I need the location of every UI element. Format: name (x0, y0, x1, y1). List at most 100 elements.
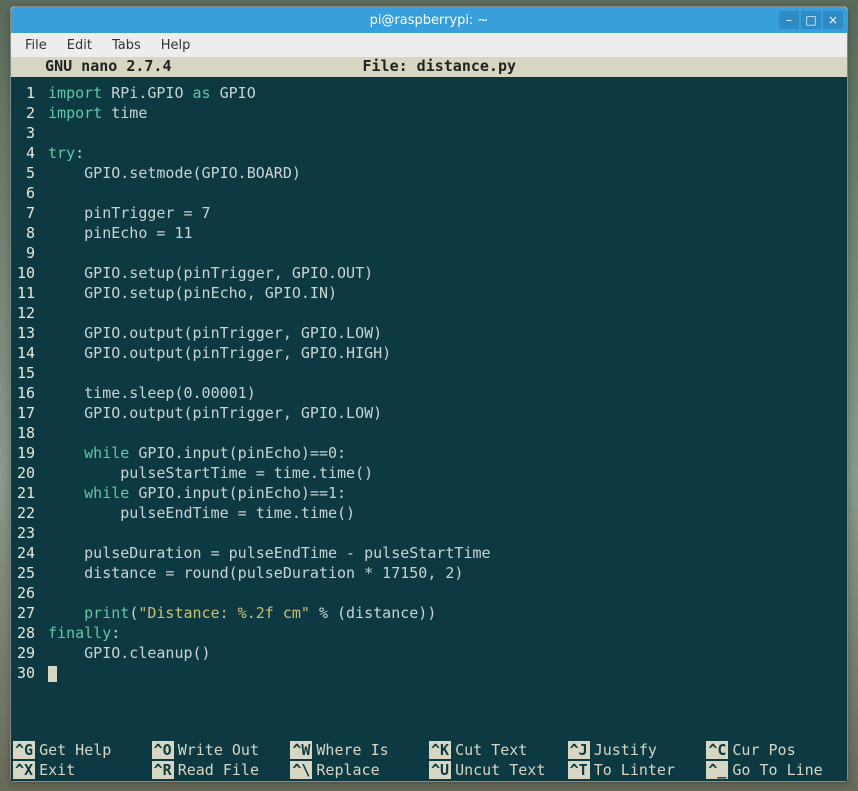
cursor (48, 666, 57, 682)
line-number: 19 (11, 443, 39, 463)
code-line[interactable]: 15 (11, 363, 847, 383)
code-content: GPIO.output(pinTrigger, GPIO.HIGH) (39, 343, 391, 363)
shortcut-item[interactable]: ^\Replace (290, 761, 429, 779)
code-content: while GPIO.input(pinEcho)==1: (39, 483, 346, 503)
shortcut-item[interactable]: ^KCut Text (429, 741, 568, 759)
shortcut-item[interactable]: ^WWhere Is (290, 741, 429, 759)
code-line[interactable]: 11 GPIO.setup(pinEcho, GPIO.IN) (11, 283, 847, 303)
code-line[interactable]: 12 (11, 303, 847, 323)
menu-file[interactable]: File (17, 36, 55, 55)
maximize-button[interactable]: □ (801, 11, 821, 29)
line-number: 14 (11, 343, 39, 363)
code-content: GPIO.setup(pinTrigger, GPIO.OUT) (39, 263, 373, 283)
titlebar[interactable]: pi@raspberrypi: ~ – □ × (11, 7, 847, 33)
line-number: 1 (11, 83, 39, 103)
code-line[interactable]: 18 (11, 423, 847, 443)
code-line[interactable]: 9 (11, 243, 847, 263)
nano-header: GNU nano 2.7.4 File: distance.py (11, 57, 847, 77)
line-number: 18 (11, 423, 39, 443)
shortcut-item[interactable]: ^RRead File (152, 761, 291, 779)
line-number: 21 (11, 483, 39, 503)
shortcut-key: ^U (429, 761, 451, 779)
line-number: 12 (11, 303, 39, 323)
code-line[interactable]: 22 pulseEndTime = time.time() (11, 503, 847, 523)
shortcut-key: ^T (568, 761, 590, 779)
window-controls: – □ × (779, 7, 843, 33)
code-line[interactable]: 5 GPIO.setmode(GPIO.BOARD) (11, 163, 847, 183)
shortcut-item[interactable]: ^TTo Linter (568, 761, 707, 779)
code-content: try: (39, 143, 84, 163)
close-button[interactable]: × (823, 11, 843, 29)
shortcut-key: ^K (429, 741, 451, 759)
code-line[interactable]: 29 GPIO.cleanup() (11, 643, 847, 663)
code-line[interactable]: 21 while GPIO.input(pinEcho)==1: (11, 483, 847, 503)
shortcut-item[interactable]: ^_Go To Line (706, 761, 845, 779)
code-line[interactable]: 20 pulseStartTime = time.time() (11, 463, 847, 483)
shortcut-label: To Linter (590, 761, 675, 779)
code-content (39, 663, 57, 683)
shortcut-item[interactable]: ^UUncut Text (429, 761, 568, 779)
code-content: pinTrigger = 7 (39, 203, 211, 223)
line-number: 5 (11, 163, 39, 183)
code-content (39, 123, 48, 143)
minimize-button[interactable]: – (779, 11, 799, 29)
line-number: 9 (11, 243, 39, 263)
code-line[interactable]: 26 (11, 583, 847, 603)
code-line[interactable]: 4 try: (11, 143, 847, 163)
shortcut-item[interactable]: ^XExit (13, 761, 152, 779)
code-content: GPIO.output(pinTrigger, GPIO.LOW) (39, 323, 382, 343)
code-content: print("Distance: %.2f cm" % (distance)) (39, 603, 436, 623)
code-line[interactable]: 14 GPIO.output(pinTrigger, GPIO.HIGH) (11, 343, 847, 363)
shortcut-label: Get Help (35, 741, 111, 759)
code-content (39, 363, 48, 383)
code-line[interactable]: 17 GPIO.output(pinTrigger, GPIO.LOW) (11, 403, 847, 423)
line-number: 16 (11, 383, 39, 403)
shortcut-label: Cut Text (451, 741, 527, 759)
code-content: time.sleep(0.00001) (39, 383, 256, 403)
code-line[interactable]: 27 print("Distance: %.2f cm" % (distance… (11, 603, 847, 623)
shortcut-bar-row1: ^GGet Help^OWrite Out^WWhere Is^KCut Tex… (11, 741, 847, 761)
shortcut-item[interactable]: ^JJustify (568, 741, 707, 759)
code-content: import time (39, 103, 147, 123)
terminal-area[interactable]: GNU nano 2.7.4 File: distance.py 1 impor… (11, 57, 847, 781)
shortcut-item[interactable]: ^OWrite Out (152, 741, 291, 759)
code-content: pinEcho = 11 (39, 223, 193, 243)
line-number: 30 (11, 663, 39, 683)
line-number: 11 (11, 283, 39, 303)
code-line[interactable]: 13 GPIO.output(pinTrigger, GPIO.LOW) (11, 323, 847, 343)
menu-tabs[interactable]: Tabs (104, 36, 149, 55)
code-line[interactable]: 19 while GPIO.input(pinEcho)==0: (11, 443, 847, 463)
code-line[interactable]: 23 (11, 523, 847, 543)
line-number: 25 (11, 563, 39, 583)
line-number: 27 (11, 603, 39, 623)
shortcut-item[interactable]: ^CCur Pos (706, 741, 845, 759)
shortcut-label: Read File (174, 761, 259, 779)
shortcut-item[interactable]: ^GGet Help (13, 741, 152, 759)
code-content: finally: (39, 623, 120, 643)
code-line[interactable]: 10 GPIO.setup(pinTrigger, GPIO.OUT) (11, 263, 847, 283)
code-line[interactable]: 7 pinTrigger = 7 (11, 203, 847, 223)
line-number: 28 (11, 623, 39, 643)
code-line[interactable]: 6 (11, 183, 847, 203)
shortcut-label: Uncut Text (451, 761, 545, 779)
line-number: 2 (11, 103, 39, 123)
shortcut-key: ^W (290, 741, 312, 759)
menu-edit[interactable]: Edit (59, 36, 100, 55)
code-line[interactable]: 1 import RPi.GPIO as GPIO (11, 83, 847, 103)
shortcut-key: ^X (13, 761, 35, 779)
editor-area[interactable]: 1 import RPi.GPIO as GPIO2 import time3 … (11, 77, 847, 741)
code-line[interactable]: 2 import time (11, 103, 847, 123)
code-content: GPIO.setup(pinEcho, GPIO.IN) (39, 283, 337, 303)
code-line[interactable]: 3 (11, 123, 847, 143)
code-content: import RPi.GPIO as GPIO (39, 83, 256, 103)
code-line[interactable]: 24 pulseDuration = pulseEndTime - pulseS… (11, 543, 847, 563)
code-line[interactable]: 25 distance = round(pulseDuration * 1715… (11, 563, 847, 583)
code-line[interactable]: 30 (11, 663, 847, 683)
code-line[interactable]: 16 time.sleep(0.00001) (11, 383, 847, 403)
code-line[interactable]: 8 pinEcho = 11 (11, 223, 847, 243)
menu-help[interactable]: Help (153, 36, 199, 55)
line-number: 7 (11, 203, 39, 223)
code-content: GPIO.setmode(GPIO.BOARD) (39, 163, 301, 183)
code-line[interactable]: 28 finally: (11, 623, 847, 643)
line-number: 23 (11, 523, 39, 543)
